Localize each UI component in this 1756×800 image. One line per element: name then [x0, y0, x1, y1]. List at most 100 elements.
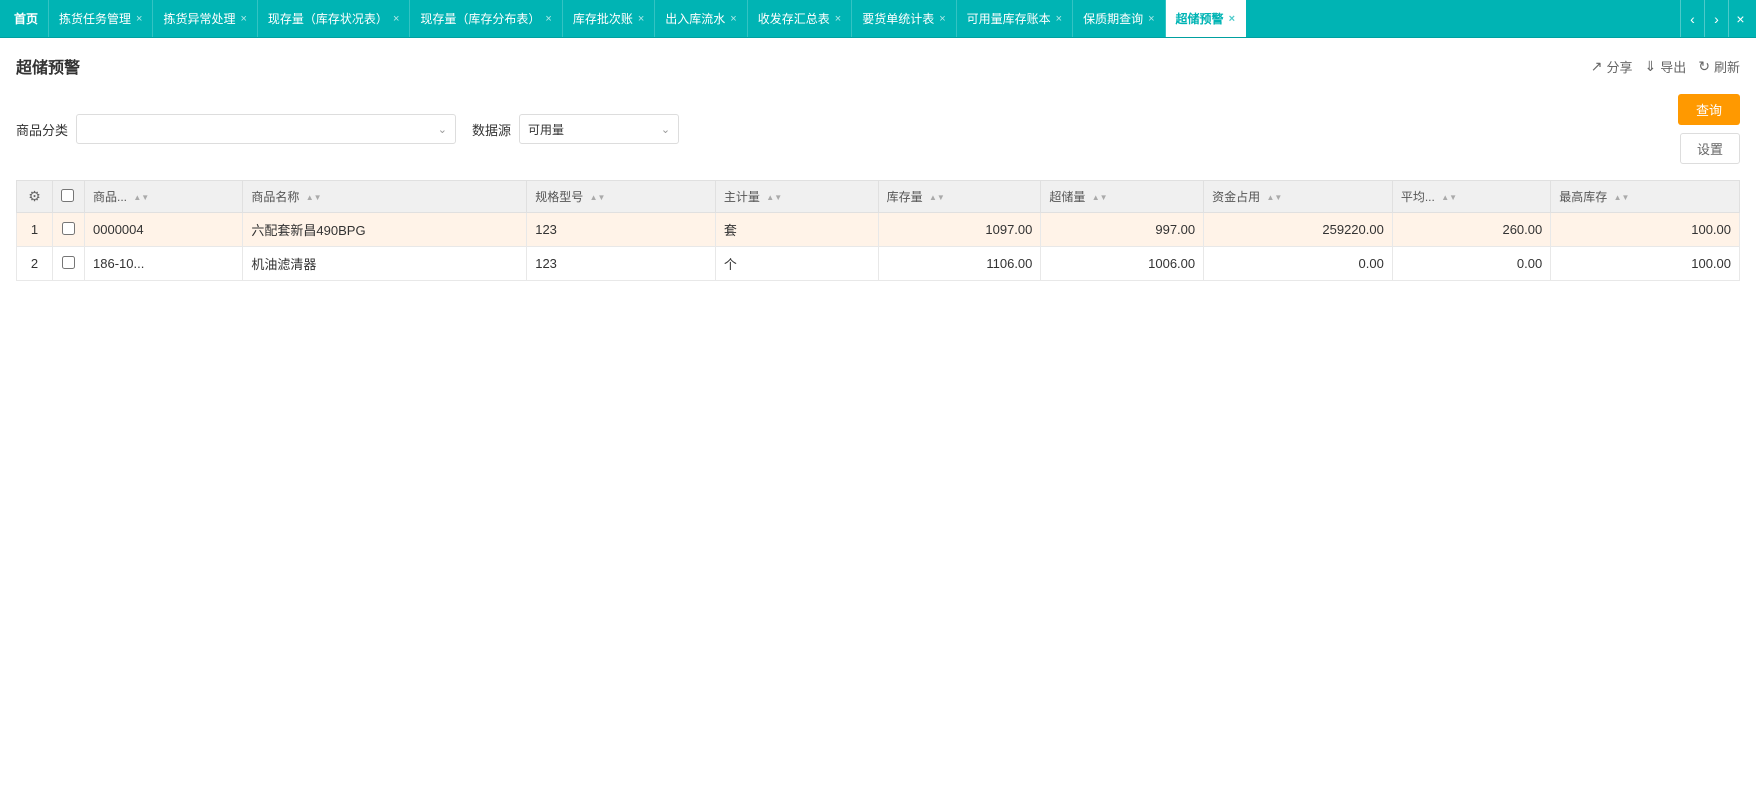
product-category-select[interactable]: ⌄: [76, 114, 456, 144]
th-capital: 资金占用 ▲▼: [1204, 181, 1393, 213]
cell-capital: 0.00: [1204, 247, 1393, 281]
export-icon: ⇓: [1645, 58, 1657, 75]
top-navigation: 首页 拣货任务管理 × 拣货异常处理 × 现存量（库存状况表） × 现存量（库存…: [0, 0, 1756, 38]
page-content: 超储预警 ↗ 分享 ⇓ 导出 ↻ 刷新 商品分类 ⌄ 数据源: [0, 38, 1756, 800]
nav-tab-expiry[interactable]: 保质期查询 ×: [1073, 0, 1165, 37]
table-row: 1 0000004 六配套新昌490BPG 123 套 1097.00 997.…: [17, 213, 1740, 247]
cell-unit: 个: [715, 247, 878, 281]
cell-product-code: 0000004: [85, 213, 243, 247]
close-icon[interactable]: ×: [1148, 13, 1154, 25]
nav-tab-inventory-status[interactable]: 现存量（库存状况表） ×: [258, 0, 410, 37]
close-icon[interactable]: ×: [240, 13, 246, 25]
export-button[interactable]: ⇓ 导出: [1645, 57, 1687, 76]
page-title: 超储预警: [16, 54, 80, 78]
cell-unit: 套: [715, 213, 878, 247]
nav-tab-available[interactable]: 可用量库存账本 ×: [957, 0, 1073, 37]
share-button[interactable]: ↗ 分享: [1591, 57, 1633, 76]
cell-max-stock: 100.00: [1551, 247, 1740, 281]
cell-capital: 259220.00: [1204, 213, 1393, 247]
close-icon[interactable]: ×: [1229, 13, 1235, 25]
refresh-icon: ↻: [1698, 58, 1710, 75]
product-category-filter: 商品分类 ⌄: [16, 114, 456, 144]
page-header: 超储预警 ↗ 分享 ⇓ 导出 ↻ 刷新: [16, 54, 1740, 78]
cell-spec: 123: [527, 213, 716, 247]
table-row: 2 186-10... 机油滤清器 123 个 1106.00 1006.00 …: [17, 247, 1740, 281]
cell-product-name: 六配套新昌490BPG: [243, 213, 527, 247]
product-category-label: 商品分类: [16, 120, 68, 139]
close-icon[interactable]: ×: [939, 13, 945, 25]
nav-tab-exception[interactable]: 拣货异常处理 ×: [153, 0, 257, 37]
th-spec: 规格型号 ▲▼: [527, 181, 716, 213]
close-icon[interactable]: ×: [1056, 13, 1062, 25]
nav-tab-overstock[interactable]: 超储预警 ×: [1166, 0, 1246, 37]
datasource-select[interactable]: 可用量 ⌄: [519, 114, 679, 144]
cell-max-stock: 100.00: [1551, 213, 1740, 247]
sort-icon[interactable]: ▲▼: [1614, 193, 1630, 202]
refresh-button[interactable]: ↻ 刷新: [1698, 57, 1740, 76]
th-gear: ⚙: [17, 181, 53, 213]
row-checkbox-cell: [53, 247, 85, 281]
datasource-filter: 数据源 可用量 ⌄: [472, 114, 679, 144]
cell-stock: 1106.00: [878, 247, 1041, 281]
nav-tab-home[interactable]: 首页: [4, 0, 49, 37]
th-unit: 主计量 ▲▼: [715, 181, 878, 213]
data-table: ⚙ 商品... ▲▼ 商品名称 ▲▼ 规格型号 ▲▼ 主计: [16, 180, 1740, 281]
query-button[interactable]: 查询: [1678, 94, 1740, 125]
th-avg: 平均... ▲▼: [1392, 181, 1550, 213]
close-icon[interactable]: ×: [393, 13, 399, 25]
sort-icon[interactable]: ▲▼: [590, 193, 606, 202]
right-buttons: 查询 设置: [1678, 94, 1740, 164]
nav-tab-batch[interactable]: 库存批次账 ×: [563, 0, 655, 37]
close-icon[interactable]: ×: [545, 13, 551, 25]
cell-overstock: 1006.00: [1041, 247, 1204, 281]
share-icon: ↗: [1591, 58, 1603, 75]
nav-arrows: ‹ › ×: [1680, 0, 1752, 38]
table-header-row: ⚙ 商品... ▲▼ 商品名称 ▲▼ 规格型号 ▲▼ 主计: [17, 181, 1740, 213]
cell-avg: 260.00: [1392, 213, 1550, 247]
sort-icon[interactable]: ▲▼: [1266, 193, 1282, 202]
close-icon[interactable]: ×: [136, 13, 142, 25]
th-product-name: 商品名称 ▲▼: [243, 181, 527, 213]
sort-icon[interactable]: ▲▼: [766, 193, 782, 202]
th-overstock: 超储量 ▲▼: [1041, 181, 1204, 213]
page-actions: ↗ 分享 ⇓ 导出 ↻ 刷新: [1591, 57, 1740, 76]
nav-tab-order-stats[interactable]: 要货单统计表 ×: [852, 0, 956, 37]
sort-icon[interactable]: ▲▼: [306, 193, 322, 202]
select-all-checkbox[interactable]: [61, 189, 74, 202]
nav-tab-summary[interactable]: 收发存汇总表 ×: [748, 0, 852, 37]
settings-button[interactable]: 设置: [1680, 133, 1740, 164]
nav-tab-task-mgmt[interactable]: 拣货任务管理 ×: [49, 0, 153, 37]
cell-product-code: 186-10...: [85, 247, 243, 281]
th-product-code: 商品... ▲▼: [85, 181, 243, 213]
datasource-value: 可用量: [528, 121, 564, 138]
cell-spec: 123: [527, 247, 716, 281]
sort-icon[interactable]: ▲▼: [1441, 193, 1457, 202]
nav-left-arrow[interactable]: ‹: [1680, 0, 1704, 38]
sort-icon[interactable]: ▲▼: [1092, 193, 1108, 202]
table-body: 1 0000004 六配套新昌490BPG 123 套 1097.00 997.…: [17, 213, 1740, 281]
nav-tab-inventory-dist[interactable]: 现存量（库存分布表） ×: [410, 0, 562, 37]
cell-avg: 0.00: [1392, 247, 1550, 281]
datasource-label: 数据源: [472, 120, 511, 139]
close-icon[interactable]: ×: [730, 13, 736, 25]
cell-stock: 1097.00: [878, 213, 1041, 247]
row-number: 2: [17, 247, 53, 281]
sort-icon[interactable]: ▲▼: [929, 193, 945, 202]
close-icon[interactable]: ×: [638, 13, 644, 25]
row-checkbox[interactable]: [62, 256, 75, 269]
th-max-stock: 最高库存 ▲▼: [1551, 181, 1740, 213]
sort-icon[interactable]: ▲▼: [133, 193, 149, 202]
chevron-down-icon: ⌄: [438, 123, 447, 136]
cell-overstock: 997.00: [1041, 213, 1204, 247]
close-icon[interactable]: ×: [835, 13, 841, 25]
th-stock: 库存量 ▲▼: [878, 181, 1041, 213]
th-checkbox: [53, 181, 85, 213]
filter-row: 商品分类 ⌄ 数据源 可用量 ⌄ 查询 设置: [16, 94, 1740, 164]
nav-right-arrow[interactable]: ›: [1704, 0, 1728, 38]
nav-close-arrow[interactable]: ×: [1728, 0, 1752, 38]
cell-product-name: 机油滤清器: [243, 247, 527, 281]
row-number: 1: [17, 213, 53, 247]
nav-tab-inout[interactable]: 出入库流水 ×: [655, 0, 747, 37]
gear-icon[interactable]: ⚙: [25, 188, 44, 205]
row-checkbox[interactable]: [62, 222, 75, 235]
